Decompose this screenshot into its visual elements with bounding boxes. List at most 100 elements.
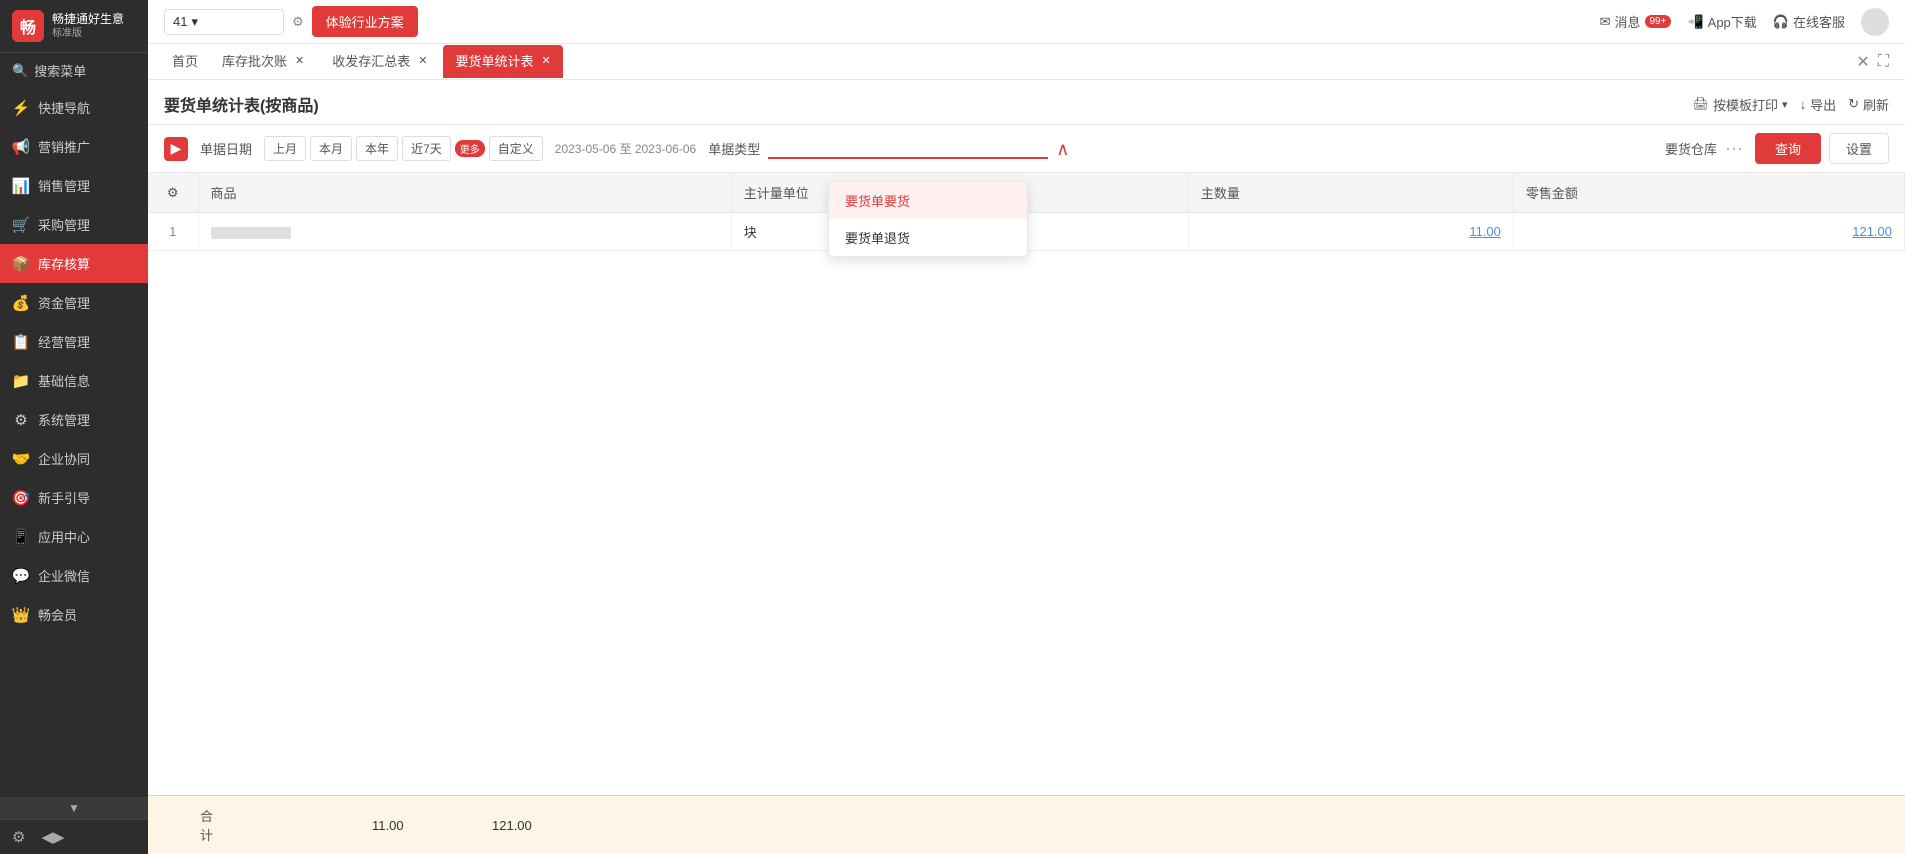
topbar: 41 ▾ ⚙ 体验行业方案 ✉ 消息 99+ 📲 App下载 🎧 在线客服 xyxy=(148,0,1905,44)
date-last-7days-btn[interactable]: 近7天 xyxy=(402,136,451,161)
sidebar-item-quick-nav[interactable]: ⚡ 快捷导航 xyxy=(0,88,148,127)
page-content: 要货单统计表(按商品) 🖨 按模板打印 ▾ ↓ 导出 ↻ 刷新 ▶ xyxy=(148,80,1905,854)
date-custom-btn[interactable]: 自定义 xyxy=(489,136,543,161)
date-range-display: 2023-05-06 至 2023-06-06 xyxy=(555,140,696,157)
chevron-down-icon: ▾ xyxy=(1782,98,1788,111)
enterprise-icon: 🤝 xyxy=(12,450,30,468)
sidebar-item-app-center[interactable]: 📱 应用中心 xyxy=(0,517,148,556)
sidebar: 畅 畅捷通好生意 标准版 🔍 搜索菜单 ⚡ 快捷导航 📢 营销推广 📊 销售管理… xyxy=(0,0,148,854)
logo-text: 畅捷通好生意 标准版 xyxy=(52,12,124,41)
tabs-bar: 首页 库存批次账 ✕ 收发存汇总表 ✕ 要货单统计表 ✕ ✕ ⛶ xyxy=(148,44,1905,80)
query-button[interactable]: 查询 xyxy=(1755,133,1821,164)
message-icon: ✉ xyxy=(1600,14,1611,30)
search-menu[interactable]: 🔍 搜索菜单 xyxy=(0,53,148,88)
wechat-icon: 💬 xyxy=(12,567,30,585)
tab-receivable-summary[interactable]: 收发存汇总表 ✕ xyxy=(320,45,439,78)
table-footer: 合计 11.00 121.00 xyxy=(148,795,1905,854)
table-section: ⚙ 商品 主计量单位 主数量 零售金额 1 块 11.00 xyxy=(148,173,1905,795)
page-title: 要货单统计表(按商品) xyxy=(164,92,319,116)
type-filter-label: 单据类型 xyxy=(708,139,760,158)
search-icon: 🔍 xyxy=(12,63,28,79)
table-header-product: 商品 xyxy=(198,173,731,213)
user-avatar[interactable] xyxy=(1861,8,1889,36)
operations-icon: 📋 xyxy=(12,333,30,351)
tab-close-receivable-summary[interactable]: ✕ xyxy=(418,54,427,67)
warehouse-filter-label: 要货仓库 xyxy=(1665,139,1717,158)
row-amount[interactable]: 121.00 xyxy=(1513,213,1904,251)
hot-badge: 更多 xyxy=(455,140,485,157)
footer-qty: 11.00 xyxy=(360,818,480,833)
dropdown-item-purchase-order[interactable]: 要货单要货 xyxy=(829,182,1027,219)
filter-type-group: 单据类型 ∧ xyxy=(708,138,1653,159)
page-header: 要货单统计表(按商品) 🖨 按模板打印 ▾ ↓ 导出 ↻ 刷新 xyxy=(148,80,1905,125)
table-header-qty: 主数量 xyxy=(1188,173,1513,213)
app-center-icon: 📱 xyxy=(12,528,30,546)
sidebar-item-base-info[interactable]: 📁 基础信息 xyxy=(0,361,148,400)
tabsbar-right: ✕ ⛶ xyxy=(1856,52,1889,72)
sidebar-item-operations[interactable]: 📋 经营管理 xyxy=(0,322,148,361)
collapse-icon[interactable]: ◀▶ xyxy=(41,828,64,846)
date-last-month-btn[interactable]: 上月 xyxy=(264,136,306,161)
settings-icon[interactable]: ⚙ xyxy=(12,828,25,846)
table-header-amount: 零售金额 xyxy=(1513,173,1904,213)
sidebar-item-newbie[interactable]: 🎯 新手引导 xyxy=(0,478,148,517)
tab-home[interactable]: 首页 xyxy=(164,45,206,78)
row-qty[interactable]: 11.00 xyxy=(1188,213,1513,251)
filter-bar: ▶ 单据日期 上月 本月 本年 近7天 更多 自定义 2023-05-06 至 … xyxy=(148,125,1905,173)
row-index: 1 xyxy=(148,213,198,251)
topbar-left: 41 ▾ ⚙ 体验行业方案 xyxy=(164,6,1588,37)
refresh-icon: ↻ xyxy=(1848,96,1859,112)
sidebar-item-system[interactable]: ⚙ 系统管理 xyxy=(0,400,148,439)
type-filter-input[interactable] xyxy=(768,138,1048,159)
footer-sum-label: 合计 xyxy=(200,809,213,843)
sidebar-nav: ⚡ 快捷导航 📢 营销推广 📊 销售管理 🛒 采购管理 📦 库存核算 💰 资金管… xyxy=(0,88,148,797)
filter-expand-button[interactable]: ▶ xyxy=(164,137,188,161)
sidebar-item-marketing[interactable]: 📢 营销推广 xyxy=(0,127,148,166)
quick-nav-icon: ⚡ xyxy=(12,99,30,117)
purchase-icon: 🛒 xyxy=(12,216,30,234)
app-download-button[interactable]: 📲 App下载 xyxy=(1687,12,1756,31)
sidebar-scroll-down[interactable]: ▼ xyxy=(0,797,148,819)
table-settings-header[interactable]: ⚙ xyxy=(148,173,198,213)
refresh-button[interactable]: ↻ 刷新 xyxy=(1848,95,1889,114)
footer-label: 合计 xyxy=(160,806,360,844)
type-dropdown: 要货单要货 要货单退货 xyxy=(828,181,1028,257)
warehouse-more-icon[interactable]: ··· xyxy=(1725,138,1743,159)
tab-order-stats[interactable]: 要货单统计表 ✕ xyxy=(443,45,562,78)
tab-inventory-batch[interactable]: 库存批次账 ✕ xyxy=(210,45,316,78)
messages-button[interactable]: ✉ 消息 99+ xyxy=(1600,12,1672,31)
sidebar-item-inventory[interactable]: 📦 库存核算 xyxy=(0,244,148,283)
product-placeholder xyxy=(211,227,291,239)
print-button[interactable]: 🖨 按模板打印 ▾ xyxy=(1693,95,1788,114)
sidebar-item-wechat[interactable]: 💬 企业微信 xyxy=(0,556,148,595)
base-info-icon: 📁 xyxy=(12,372,30,390)
inventory-icon: 📦 xyxy=(12,255,30,273)
sidebar-item-purchase[interactable]: 🛒 采购管理 xyxy=(0,205,148,244)
close-window-icon[interactable]: ✕ xyxy=(1856,52,1869,72)
warehouse-filter-group: 要货仓库 ··· xyxy=(1665,138,1743,159)
vip-icon: 👑 xyxy=(12,606,30,624)
finance-icon: 💰 xyxy=(12,294,30,312)
trial-button[interactable]: 体验行业方案 xyxy=(312,6,418,37)
online-service-button[interactable]: 🎧 在线客服 xyxy=(1773,12,1845,31)
row-product xyxy=(198,213,731,251)
topbar-right: ✉ 消息 99+ 📲 App下载 🎧 在线客服 xyxy=(1600,8,1889,36)
date-this-month-btn[interactable]: 本月 xyxy=(310,136,352,161)
settings-button[interactable]: 设置 xyxy=(1829,133,1889,164)
tab-close-order-stats[interactable]: ✕ xyxy=(542,54,551,67)
sidebar-item-sales[interactable]: 📊 销售管理 xyxy=(0,166,148,205)
date-this-year-btn[interactable]: 本年 xyxy=(356,136,398,161)
export-button[interactable]: ↓ 导出 xyxy=(1800,95,1837,114)
tab-close-inventory-batch[interactable]: ✕ xyxy=(295,54,304,67)
type-filter-clear-icon[interactable]: ∧ xyxy=(1056,140,1069,158)
sidebar-item-finance[interactable]: 💰 资金管理 xyxy=(0,283,148,322)
app-logo: 畅 畅捷通好生意 标准版 xyxy=(0,0,148,53)
settings-gear-icon[interactable]: ⚙ xyxy=(292,14,304,30)
company-selector[interactable]: 41 ▾ xyxy=(164,9,284,35)
sidebar-bottom: ⚙ ◀▶ xyxy=(0,819,148,854)
sidebar-item-enterprise[interactable]: 🤝 企业协同 xyxy=(0,439,148,478)
sidebar-item-vip[interactable]: 👑 畅会员 xyxy=(0,595,148,634)
dropdown-item-return-order[interactable]: 要货单退货 xyxy=(829,219,1027,256)
service-icon: 🎧 xyxy=(1773,14,1789,30)
expand-icon[interactable]: ⛶ xyxy=(1878,53,1889,71)
